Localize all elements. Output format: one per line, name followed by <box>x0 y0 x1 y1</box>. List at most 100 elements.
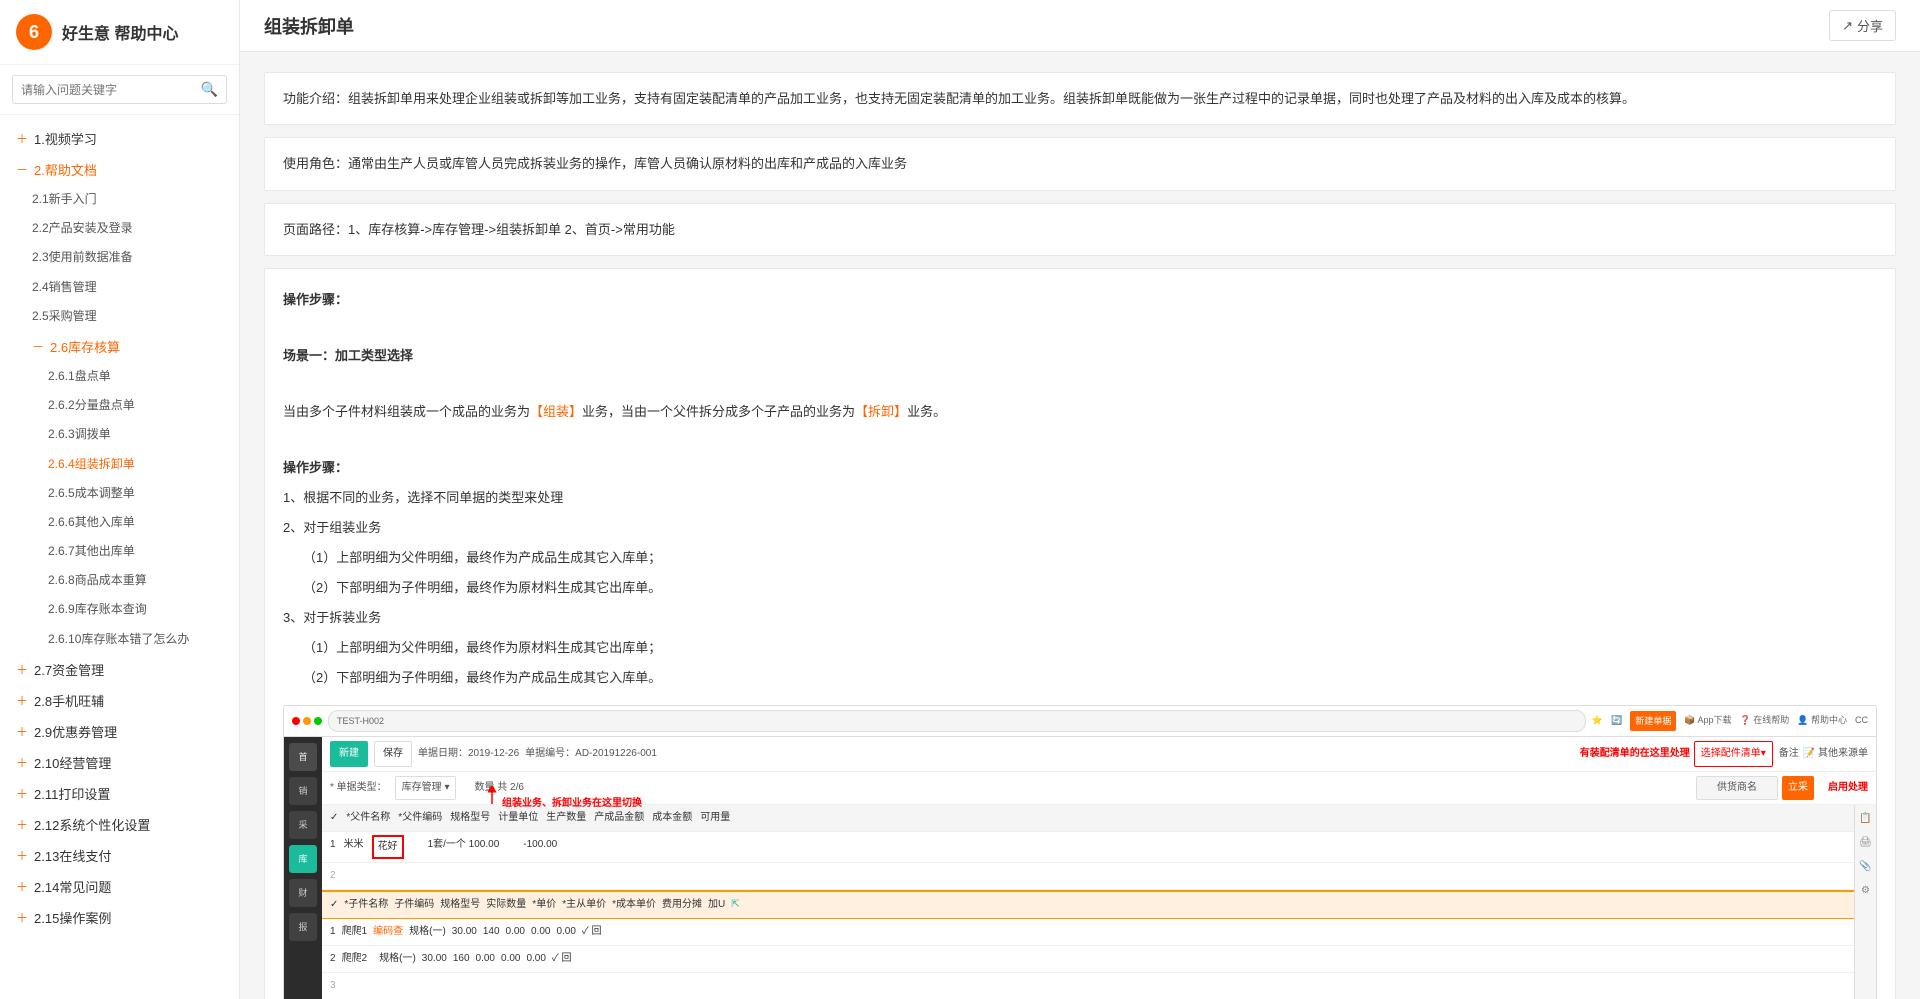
fake-icon-more: CC <box>1855 711 1868 731</box>
fake-browser-bar: TEST-H002 ⭐ 🔄 新建单据 📦 App下载 ❓ 在线帮助 👤 帮助中心… <box>284 706 1876 737</box>
fake-btn-new: 新建单据 <box>1630 711 1676 731</box>
sidebar-item-cases[interactable]: ＋ 2.15操作案例 <box>0 902 239 933</box>
sidebar-item-mobile[interactable]: ＋ 2.8手机旺辅 <box>0 685 239 716</box>
logo-icon: 6 <box>16 14 52 50</box>
intro-block-3: 页面路径：1、库存核算->库存管理->组装拆卸单 2、首页->常用功能 <box>264 203 1896 256</box>
sidebar-item-management[interactable]: ＋ 2.10经营管理 <box>0 747 239 778</box>
logo-area: 6 好生意 帮助中心 <box>0 0 239 65</box>
fake-sub-row-1: 1 爬爬1 编码查 规格(一) 30.00 140 0.00 0.00 0.00 <box>322 919 1854 946</box>
fake-icon-user: 👤 帮助中心 <box>1797 711 1847 731</box>
sidebar-item-inventory-fix[interactable]: 2.6.10库存账本错了怎么办 <box>0 625 239 654</box>
sidebar-item-inventory[interactable]: － 2.6库存核算 <box>0 331 239 362</box>
ann1-text: 有装配清单的在这里处理 <box>1580 744 1690 764</box>
sidebar-item-cost-adjust[interactable]: 2.6.5成本调整单 <box>0 479 239 508</box>
coupon-expand-icon: ＋ <box>16 723 28 740</box>
sidebar-item-transfer[interactable]: 2.6.3调拨单 <box>0 420 239 449</box>
ann2-text: 组装业务、拆卸业务在这里切换 <box>502 794 642 814</box>
fake-right-icon-3[interactable]: 📎 <box>1859 857 1871 877</box>
nav-list: ＋ 1.视频学习 － 2.帮助文档 2.1新手入门 2.2产品安装及登录 2.3… <box>0 115 239 999</box>
zuzhuan-text: 【组装】 <box>530 404 582 419</box>
fake-input-supplier[interactable]: 供货商名 <box>1696 776 1778 800</box>
fake-icon-help: ❓ 在线帮助 <box>1740 711 1790 731</box>
fake-nav-icon-5: 财 <box>289 879 317 907</box>
fake-top-icons: ⭐ 🔄 新建单据 📦 App下载 ❓ 在线帮助 👤 帮助中心 CC <box>1592 711 1868 731</box>
fake-right-icon-2[interactable]: 🖨 <box>1859 833 1872 853</box>
screenshot-container: TEST-H002 ⭐ 🔄 新建单据 📦 App下载 ❓ 在线帮助 👤 帮助中心… <box>283 705 1877 999</box>
sidebar-item-cost-recalc[interactable]: 2.6.8商品成本重算 <box>0 566 239 595</box>
sidebar-item-inventory-query[interactable]: 2.6.9库存账本查询 <box>0 595 239 624</box>
ann3-text: 启用处理 <box>1828 778 1868 798</box>
fake-right-panel: 📋 🖨 📎 ⚙ <box>1854 805 1876 999</box>
sidebar-item-assembly[interactable]: 2.6.4组装拆卸单 <box>0 450 239 479</box>
step3b: （2）下部明细为子件明细，最终作为产成品生成其它入库单。 <box>283 665 1877 691</box>
fake-right-icon-4[interactable]: ⚙ <box>1861 881 1870 901</box>
sidebar-item-purchase[interactable]: 2.5采购管理 <box>0 302 239 331</box>
fake-right-icon-1[interactable]: 📋 <box>1859 809 1871 829</box>
sidebar-item-stocktake[interactable]: 2.6.1盘点单 <box>0 362 239 391</box>
fake-select-type[interactable]: 库存管理 ▾ <box>395 776 457 800</box>
content-area: 功能介绍：组装拆卸单用来处理企业组装或拆卸等加工业务，支持有固定装配清单的产品加… <box>240 52 1920 999</box>
search-box: 🔍 <box>0 65 239 115</box>
ann2-arrow <box>482 786 502 806</box>
intro-block-2: 使用角色：通常由生产人员或库管人员完成拆装业务的操作，库管人员确认原材料的出库和… <box>264 137 1896 190</box>
sidebar-item-other-out[interactable]: 2.6.7其他出库单 <box>0 537 239 566</box>
fake-icon-expand[interactable]: ⇱ <box>731 895 739 915</box>
sidebar-item-partial-stocktake[interactable]: 2.6.2分量盘点单 <box>0 391 239 420</box>
screenshot-wrapper: TEST-H002 ⭐ 🔄 新建单据 📦 App下载 ❓ 在线帮助 👤 帮助中心… <box>283 705 1877 999</box>
fake-tab-row: 新建 保存 单据日期：2019-12-26 单据编号：AD-20191226-0… <box>322 737 1876 772</box>
sidebar-item-print[interactable]: ＋ 2.11打印设置 <box>0 778 239 809</box>
logo-title: 好生意 帮助中心 <box>62 20 178 44</box>
sidebar: 6 好生意 帮助中心 🔍 ＋ 1.视频学习 － 2.帮助文档 2.1新手入门 2… <box>0 0 240 999</box>
sidebar-item-coupon[interactable]: ＋ 2.9优惠券管理 <box>0 716 239 747</box>
collapse-icon: － <box>16 161 28 178</box>
mgmt-expand-icon: ＋ <box>16 754 28 771</box>
sidebar-item-faq[interactable]: ＋ 2.14常见问题 <box>0 871 239 902</box>
fake-tab-save[interactable]: 保存 <box>374 741 412 767</box>
fake-tables-area: ✓ *父件名称 *父件编码 规格型号 计量单位 生产数量 产成品金额 成本金额 <box>322 805 1876 999</box>
personalize-expand-icon: ＋ <box>16 816 28 833</box>
sidebar-item-other-in[interactable]: 2.6.6其他入库单 <box>0 508 239 537</box>
fake-cell-highlight: 花好 <box>372 835 404 859</box>
steps-block: 操作步骤： 场景一：加工类型选择 当由多个子件材料组装成一个成品的业务为【组装】… <box>264 268 1896 999</box>
fake-btn-bom[interactable]: 选择配件清单▾ <box>1694 741 1773 767</box>
sidebar-item-beginner[interactable]: 2.1新手入门 <box>0 185 239 214</box>
step2: 2、对于组装业务 <box>283 515 1877 541</box>
fake-nav-icon-6: 报 <box>289 913 317 941</box>
inventory-collapse-icon: － <box>32 338 44 355</box>
sidebar-item-personalize[interactable]: ＋ 2.12系统个性化设置 <box>0 809 239 840</box>
search-inner: 🔍 <box>12 75 227 104</box>
sidebar-item-docs[interactable]: － 2.帮助文档 <box>0 154 239 185</box>
fake-main-content: 新建 保存 单据日期：2019-12-26 单据编号：AD-20191226-0… <box>322 737 1876 999</box>
fake-row-1: 1 米米 花好 1套/一个 100.00 -100.00 <box>322 832 1854 863</box>
intro-block-1: 功能介绍：组装拆卸单用来处理企业组装或拆卸等加工业务，支持有固定装配清单的产品加… <box>264 72 1896 125</box>
step3a: （1）上部明细为父件明细，最终作为原材料生成其它出库单； <box>283 635 1877 661</box>
fake-label-chengpin: 备注 <box>1779 744 1799 764</box>
sidebar-item-payment[interactable]: ＋ 2.13在线支付 <box>0 840 239 871</box>
fake-icon-refresh: 🔄 <box>1611 711 1622 731</box>
fake-app-layout: 首 销 采 库 财 报 新建 保存 <box>284 737 1876 999</box>
search-icon[interactable]: 🔍 <box>201 81 218 98</box>
sidebar-item-sales[interactable]: 2.4销售管理 <box>0 273 239 302</box>
chaiqing-text: 【拆卸】 <box>855 404 907 419</box>
search-input[interactable] <box>21 83 201 97</box>
payment-expand-icon: ＋ <box>16 847 28 864</box>
fake-sub-row-3: 3 <box>322 973 1854 999</box>
operations-title: 操作步骤： <box>283 287 1877 313</box>
fake-icon-star: ⭐ <box>1592 711 1603 731</box>
fake-sub-table-header: ✓ *子件名称 子件编码 规格型号 实际数量 *单价 *主从单价 *成本单价 费 <box>322 890 1854 919</box>
share-button[interactable]: ↗ 分享 <box>1829 10 1896 41</box>
fake-link-edit[interactable]: 编码查 <box>373 922 403 942</box>
fake-btn-confirm[interactable]: 立采 <box>1782 776 1814 800</box>
mobile-expand-icon: ＋ <box>16 692 28 709</box>
fake-nav-icon-1: 首 <box>289 743 317 771</box>
fake-label-code: 单据编号：AD-20191226-001 <box>525 744 657 764</box>
share-icon: ↗ <box>1842 18 1853 34</box>
sidebar-item-video[interactable]: ＋ 1.视频学习 <box>0 123 239 154</box>
sidebar-item-install[interactable]: 2.2产品安装及登录 <box>0 214 239 243</box>
sidebar-item-finance[interactable]: ＋ 2.7资金管理 <box>0 654 239 685</box>
sidebar-item-data-prep[interactable]: 2.3使用前数据准备 <box>0 243 239 272</box>
fake-sub-row-2: 2 爬爬2 规格(一) 30.00 160 0.00 0.00 0.00 <box>322 946 1854 973</box>
scene1-desc: 当由多个子件材料组装成一个成品的业务为【组装】业务，当由一个父件拆分成多个子产品… <box>283 399 1877 425</box>
fake-tab-new[interactable]: 新建 <box>330 741 368 767</box>
page-title: 组装拆卸单 <box>264 13 354 39</box>
